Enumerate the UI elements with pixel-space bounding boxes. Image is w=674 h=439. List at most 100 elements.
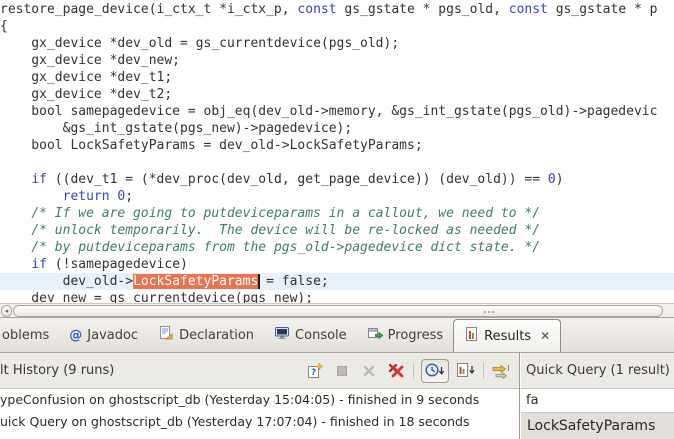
- remove-all-runs-button[interactable]: [386, 361, 406, 381]
- console-icon: [274, 326, 290, 344]
- tab-label: oblems: [2, 327, 50, 343]
- svg-text:?: ?: [311, 368, 316, 378]
- result-history-panel: lt History (9 runs) ? ypeConfusion on gh…: [0, 353, 519, 439]
- code-segment: bool samepagedevice = obj_eq(dev_old->me…: [0, 104, 658, 119]
- code-line[interactable]: gx_device *dev_new;: [0, 52, 674, 69]
- javadoc-icon: @: [69, 327, 83, 343]
- compare-arrows-button[interactable]: [491, 361, 511, 381]
- tab-javadoc[interactable]: @ Javadoc: [59, 318, 148, 352]
- quick-query-panel: Quick Query (1 result) LockSafetyParams: [521, 353, 674, 439]
- tab-label: Declaration: [179, 327, 255, 343]
- code-line[interactable]: /* If we are going to putdeviceparams in…: [0, 205, 674, 222]
- code-segment: restore_page_device(i_ctx_t *i_ctx_p,: [0, 2, 298, 17]
- code-segment: /* If we are going to putdeviceparams in…: [31, 206, 541, 221]
- code-segment: if: [31, 257, 47, 272]
- code-segment: /* unlock temporarily. The device will b…: [31, 223, 541, 238]
- code-line[interactable]: &gs_int_gstate(pgs_new)->pagedevice);: [0, 120, 674, 137]
- stop-button[interactable]: [332, 361, 352, 381]
- bottom-view-area: oblems @ Javadoc Declaration Console Pro…: [0, 318, 674, 439]
- tab-problems[interactable]: oblems: [0, 318, 59, 352]
- code-segment: &gs_int_gstate(pgs_new)->pagedevice);: [0, 121, 353, 136]
- result-history-title: lt History (9 runs): [0, 363, 115, 378]
- result-history-header: lt History (9 runs) ?: [0, 353, 519, 389]
- code-segment: gx_device *dev_t2;: [0, 87, 173, 102]
- code-line[interactable]: if ((dev_t1 = (*dev_proc(dev_old, get_pa…: [0, 171, 674, 188]
- code-line[interactable]: {: [0, 18, 674, 35]
- code-segment: if: [31, 172, 47, 187]
- code-segment: /* by putdeviceparams from the pgs_old->…: [31, 240, 541, 255]
- code-segment: gx_device *dev_new;: [0, 53, 181, 68]
- tab-console[interactable]: Console: [264, 318, 357, 352]
- tab-progress[interactable]: Progress: [357, 318, 453, 352]
- code-line[interactable]: bool samepagedevice = obj_eq(dev_old->me…: [0, 103, 674, 120]
- code-line[interactable]: gx_device *dev_t2;: [0, 86, 674, 103]
- declaration-icon: [158, 326, 174, 344]
- tab-label: Javadoc: [87, 327, 139, 343]
- new-query-help-button[interactable]: ?: [305, 361, 325, 381]
- code-segment: gx_device *dev_t1;: [0, 70, 173, 85]
- code-segment: {: [0, 19, 8, 34]
- tab-label: Results: [484, 328, 532, 344]
- code-segment: (!samepagedevice): [46, 257, 188, 272]
- remove-run-button[interactable]: [359, 361, 379, 381]
- code-area[interactable]: restore_page_device(i_ctx_t *i_ctx_p, co…: [0, 1, 674, 307]
- code-segment: bool LockSafetyParams = dev_old->LockSaf…: [0, 138, 423, 153]
- code-line[interactable]: dev_old->LockSafetyParams = false;: [0, 273, 674, 290]
- eclipse-window: { "colors": { "keyword": "#3d40c6", "com…: [0, 0, 674, 439]
- quick-query-title: Quick Query (1 result): [526, 363, 670, 378]
- results-icon: [464, 326, 479, 346]
- code-line[interactable]: [0, 154, 674, 171]
- code-segment: ((dev_t1 = (*dev_proc(dev_old, get_page_…: [46, 172, 548, 187]
- report-view-button[interactable]: [456, 361, 476, 381]
- code-segment: ): [555, 172, 564, 187]
- code-segment: ;: [125, 189, 134, 204]
- run-row[interactable]: ypeConfusion on ghostscript_db (Yesterda…: [0, 389, 519, 411]
- code-line[interactable]: restore_page_device(i_ctx_t *i_ctx_p, co…: [0, 1, 674, 18]
- scroll-left-button[interactable]: ◂: [1, 305, 12, 317]
- code-segment: 0: [547, 172, 556, 187]
- toolbar-separator: [413, 362, 414, 379]
- code-segment: const: [508, 2, 548, 17]
- tab-label: Progress: [387, 327, 444, 343]
- code-segment: const: [297, 2, 337, 17]
- code-line[interactable]: gx_device *dev_t1;: [0, 69, 674, 86]
- code-line[interactable]: return 0;: [0, 188, 674, 205]
- code-line[interactable]: if (!samepagedevice): [0, 256, 674, 273]
- tab-results[interactable]: Results ✕: [453, 319, 562, 352]
- run-history-list: ypeConfusion on ghostscript_db (Yesterda…: [0, 389, 519, 439]
- code-editor[interactable]: restore_page_device(i_ctx_t *i_ctx_p, co…: [0, 0, 674, 318]
- code-segment: gx_device *dev_old = gs_currentdevice(pg…: [0, 36, 400, 51]
- code-segment: gs_gstate * p: [547, 2, 658, 17]
- code-line[interactable]: gx_device *dev_old = gs_currentdevice(pg…: [0, 35, 674, 52]
- history-view-toggle-button[interactable]: [421, 358, 449, 383]
- run-row[interactable]: uick Query on ghostscript_db (Yesterday …: [0, 411, 519, 433]
- code-line[interactable]: bool LockSafetyParams = dev_old->LockSaf…: [0, 137, 674, 154]
- tab-label: Console: [295, 327, 347, 343]
- view-tab-bar: oblems @ Javadoc Declaration Console Pro…: [0, 318, 674, 353]
- panels-row: lt History (9 runs) ? ypeConfusion on gh…: [0, 353, 674, 439]
- quick-query-filter-input[interactable]: [521, 389, 674, 412]
- stop-icon: [337, 365, 347, 376]
- code-line[interactable]: /* by putdeviceparams from the pgs_old->…: [0, 239, 674, 256]
- quick-query-header: Quick Query (1 result): [521, 353, 674, 389]
- code-segment: dev_old->: [0, 274, 134, 289]
- tab-declaration[interactable]: Declaration: [148, 318, 264, 352]
- code-segment: = false;: [258, 274, 329, 289]
- code-line[interactable]: /* unlock temporarily. The device will b…: [0, 222, 674, 239]
- progress-icon: [367, 326, 383, 344]
- result-history-toolbar: ?: [305, 358, 519, 383]
- scrollbar-thumb[interactable]: [13, 305, 663, 317]
- scrollbar-grip: [484, 311, 486, 313]
- code-segment: gs_gstate * pgs_old,: [336, 2, 509, 17]
- quick-query-result-row[interactable]: LockSafetyParams: [521, 413, 674, 439]
- close-icon[interactable]: ✕: [540, 329, 550, 343]
- quick-query-input-row: [521, 389, 674, 413]
- code-segment: return: [62, 189, 110, 204]
- horizontal-scrollbar[interactable]: ◂: [0, 303, 674, 317]
